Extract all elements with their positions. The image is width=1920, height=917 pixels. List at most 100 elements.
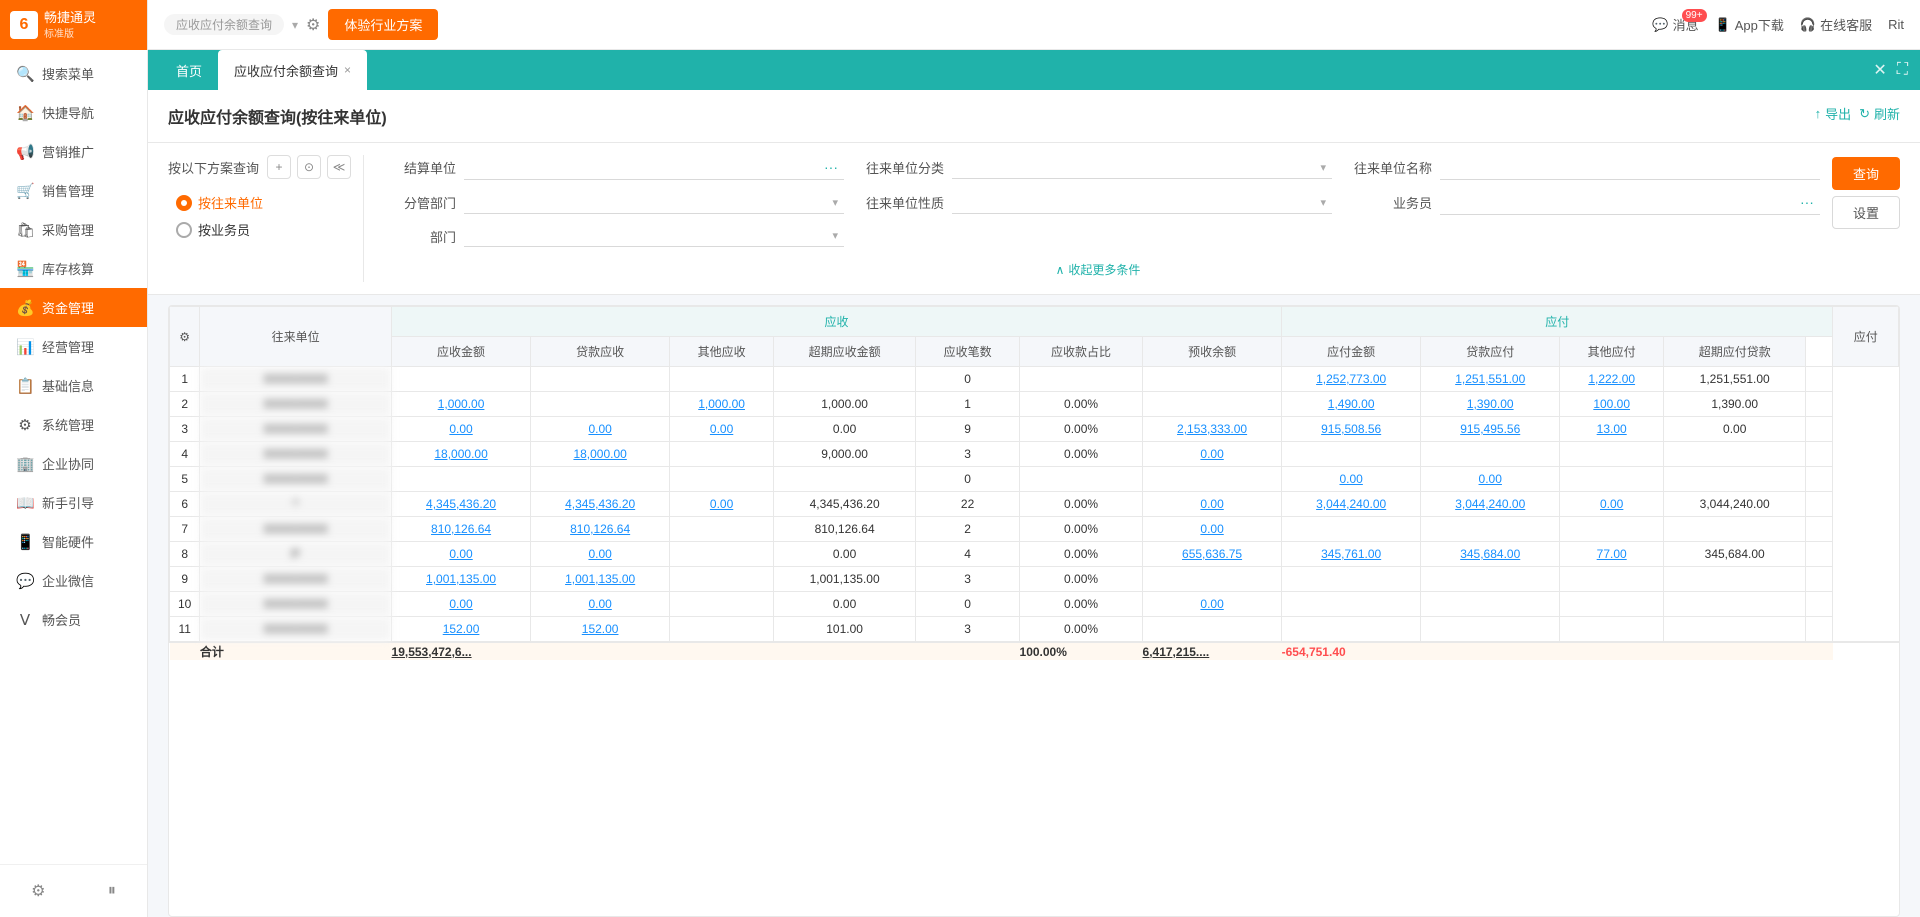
scheme-edit-btn[interactable]: ⊙ [297, 155, 321, 179]
table-cell: 3,044,240.00 [1664, 492, 1806, 517]
table-cell: 0.00 [774, 592, 916, 617]
nav-expand-icon[interactable]: ⛶ [1897, 61, 1908, 79]
table-cell [1806, 517, 1833, 542]
table-cell[interactable]: 810,126.64 [392, 517, 531, 542]
staff-select[interactable]: ··· [1440, 190, 1820, 215]
sidebar-item-operation[interactable]: 📊经营管理 [0, 327, 147, 366]
app-download-btn[interactable]: 📱 App下载 [1715, 15, 1784, 34]
table-cell[interactable]: 0.00 [1143, 442, 1282, 467]
table-cell[interactable]: 18,000.00 [392, 442, 531, 467]
table-cell[interactable]: 0.00 [392, 542, 531, 567]
table-cell[interactable]: 345,761.00 [1282, 542, 1421, 567]
sidebar-item-member[interactable]: Ⅴ畅会员 [0, 600, 147, 639]
table-cell[interactable]: 0.00 [392, 592, 531, 617]
scheme-option-by-partner[interactable]: 按往来单位 [168, 189, 351, 216]
table-cell[interactable]: 152.00 [392, 617, 531, 643]
table-container[interactable]: ⚙ 往来单位 应收 应付 应付 应收金额 贷款应收 其他应收 超期应收金额 [168, 305, 1900, 917]
table-cell[interactable]: 0.00 [392, 417, 531, 442]
sidebar-settings-icon[interactable]: ⚙ [21, 875, 55, 907]
table-cell[interactable]: 4,345,436.20 [531, 492, 670, 517]
table-cell[interactable]: 1,000.00 [392, 392, 531, 417]
sidebar-item-inventory[interactable]: 🏪库存核算 [0, 249, 147, 288]
settings-btn[interactable]: 设置 [1832, 196, 1900, 229]
sidebar-item-marketing[interactable]: 📢营销推广 [0, 132, 147, 171]
dept-manager-select[interactable]: ▾ [464, 192, 844, 214]
table-cell[interactable]: 0.00 [531, 542, 670, 567]
table-cell[interactable]: 655,636.75 [1143, 542, 1282, 567]
settlement-unit-input[interactable]: ··· [464, 155, 844, 180]
staff-ellipsis[interactable]: ··· [1800, 194, 1814, 210]
query-btn[interactable]: 查询 [1832, 157, 1900, 190]
table-cell[interactable]: 0.00 [1421, 467, 1560, 492]
messages-btn[interactable]: 💬 消息 99+ [1652, 15, 1698, 34]
table-cell[interactable]: 0.00 [1143, 517, 1282, 542]
partner-name-input[interactable] [1440, 156, 1820, 180]
scheme-add-btn[interactable]: + [267, 155, 291, 179]
table-cell: 8 [170, 542, 200, 567]
table-cell [670, 442, 774, 467]
sidebar-item-hardware[interactable]: 📱智能硬件 [0, 522, 147, 561]
table-cell[interactable]: 0.00 [1143, 592, 1282, 617]
table-cell[interactable]: 0.00 [531, 592, 670, 617]
table-cell[interactable]: 0.00 [531, 417, 670, 442]
th-settings-gear[interactable]: ⚙ [170, 307, 200, 367]
partner-category-select[interactable]: ▾ [952, 157, 1332, 179]
sidebar-collapse-icon[interactable]: ⏸ [98, 876, 126, 906]
sidebar-item-wechat[interactable]: 💬企业微信 [0, 561, 147, 600]
topbar-gear-icon[interactable]: ⚙ [306, 15, 320, 35]
table-cell[interactable]: 4,345,436.20 [392, 492, 531, 517]
tab-close-icon[interactable]: × [344, 63, 351, 77]
footer-ar-prepay[interactable]: 6,417,215.... [1143, 642, 1282, 660]
table-cell[interactable]: 810,126.64 [531, 517, 670, 542]
collapse-btn[interactable]: ∧ 收起更多条件 [376, 257, 1820, 282]
scheme-option-by-staff[interactable]: 按业务员 [168, 216, 351, 243]
table-cell[interactable]: 1,390.00 [1421, 392, 1560, 417]
table-cell[interactable]: 1,251,551.00 [1421, 367, 1560, 392]
table-cell[interactable]: 3,044,240.00 [1421, 492, 1560, 517]
table-cell[interactable]: 77.00 [1560, 542, 1664, 567]
tab-ar-query[interactable]: 应收应付余额查询 × [218, 50, 367, 90]
table-cell[interactable]: 0.00 [670, 417, 774, 442]
settlement-ellipsis[interactable]: ··· [824, 159, 838, 175]
solution-btn[interactable]: 体验行业方案 [328, 9, 438, 40]
table-cell[interactable]: 1,222.00 [1560, 367, 1664, 392]
table-cell[interactable]: 18,000.00 [531, 442, 670, 467]
scheme-back-btn[interactable]: ≪ [327, 155, 351, 179]
sidebar-item-quick-nav[interactable]: 🏠快捷导航 [0, 93, 147, 132]
table-cell[interactable]: 1,252,773.00 [1282, 367, 1421, 392]
sidebar-item-guide[interactable]: 📖新手引导 [0, 483, 147, 522]
footer-ar-amount[interactable]: 19,553,472,6... [392, 642, 531, 660]
table-cell[interactable]: 1,001,135.00 [531, 567, 670, 592]
table-cell[interactable]: 915,508.56 [1282, 417, 1421, 442]
table-cell[interactable]: 152.00 [531, 617, 670, 643]
table-cell[interactable]: 0.00 [1143, 492, 1282, 517]
sidebar-item-finance[interactable]: 💰资金管理 [0, 288, 147, 327]
table-cell[interactable]: 345,684.00 [1421, 542, 1560, 567]
nav-close-icon[interactable]: ✕ [1873, 60, 1886, 80]
table-cell[interactable]: 13.00 [1560, 417, 1664, 442]
table-cell[interactable]: 0.00 [1560, 492, 1664, 517]
table-cell[interactable]: 1,001,135.00 [392, 567, 531, 592]
sidebar-icon-search-menu: 🔍 [16, 65, 34, 83]
sidebar-item-purchase[interactable]: 🛍采购管理 [0, 210, 147, 249]
department-select[interactable]: ▾ [464, 225, 844, 247]
partner-nature-select[interactable]: ▾ [952, 192, 1332, 214]
online-service-btn[interactable]: 🎧 在线客服 [1800, 15, 1872, 34]
table-cell[interactable]: 1,490.00 [1282, 392, 1421, 417]
table-cell[interactable]: 1,000.00 [670, 392, 774, 417]
table-cell[interactable]: 3,044,240.00 [1282, 492, 1421, 517]
table-cell[interactable]: 915,495.56 [1421, 417, 1560, 442]
sidebar-item-search-menu[interactable]: 🔍搜索菜单 [0, 54, 147, 93]
table-cell[interactable]: 0.00 [670, 492, 774, 517]
tab-home[interactable]: 首页 [160, 50, 218, 90]
table-cell[interactable]: 0.00 [1282, 467, 1421, 492]
sidebar-item-system[interactable]: ⚙系统管理 [0, 405, 147, 444]
table-cell[interactable]: 100.00 [1560, 392, 1664, 417]
table-cell [531, 367, 670, 392]
sidebar-item-enterprise[interactable]: 🏢企业协同 [0, 444, 147, 483]
export-btn[interactable]: ↑ 导出 [1815, 104, 1852, 123]
sidebar-item-basic[interactable]: 📋基础信息 [0, 366, 147, 405]
sidebar-item-sales[interactable]: 🛒销售管理 [0, 171, 147, 210]
refresh-btn[interactable]: ↻ 刷新 [1859, 104, 1900, 123]
table-cell[interactable]: 2,153,333.00 [1143, 417, 1282, 442]
